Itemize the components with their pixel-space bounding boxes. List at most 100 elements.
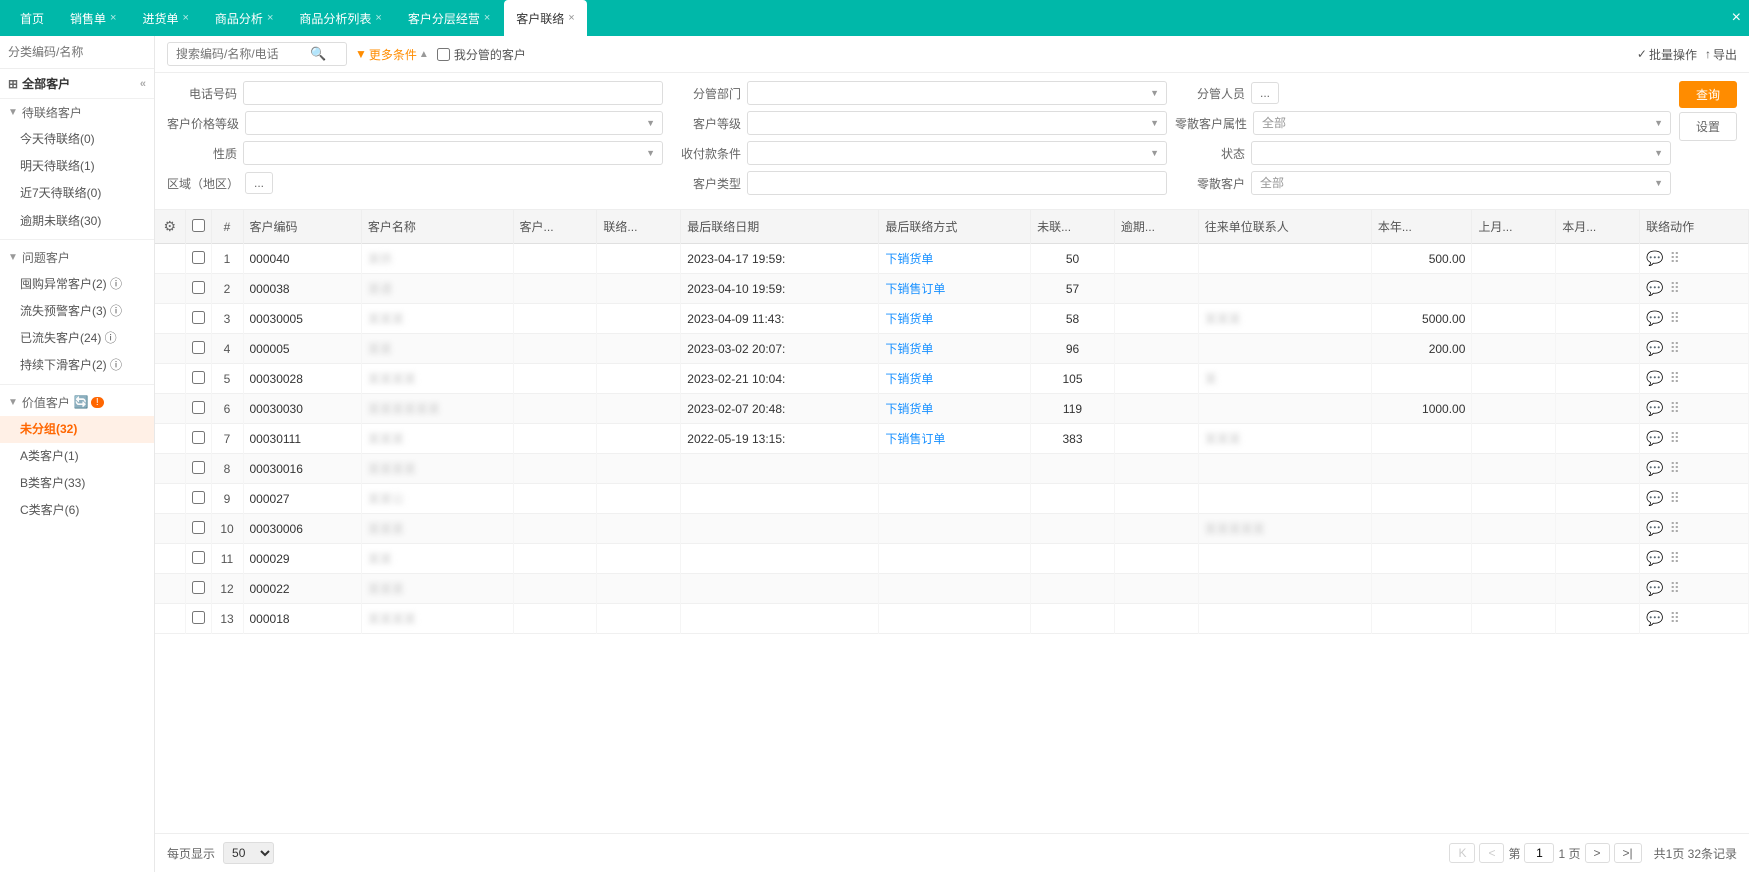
- th-last-month[interactable]: 上月...: [1472, 210, 1556, 244]
- message-icon-12[interactable]: 💬: [1646, 610, 1663, 627]
- grid-action-icon-12[interactable]: ⠿: [1670, 610, 1680, 627]
- sidebar-item-declining[interactable]: 持续下滑客户(2) ⓘ: [0, 352, 154, 379]
- td-check-2[interactable]: [185, 304, 211, 334]
- select-all-checkbox[interactable]: [192, 219, 205, 232]
- refresh-icon[interactable]: 🔄: [74, 395, 89, 409]
- sidebar-item-churn-warning[interactable]: 流失预警客户(3) ⓘ: [0, 298, 154, 325]
- customer-type-input[interactable]: [747, 171, 1167, 195]
- customer-level-select[interactable]: [747, 111, 1167, 135]
- tab-home[interactable]: 首页: [8, 0, 56, 36]
- td-last-method-0[interactable]: 下销货单: [879, 244, 1031, 274]
- my-customers-checkbox-label[interactable]: 我分管的客户: [437, 46, 526, 63]
- sidebar-item-b-class[interactable]: B类客户(33): [0, 470, 154, 497]
- td-check-1[interactable]: [185, 274, 211, 304]
- tab-sales[interactable]: 销售单 ×: [58, 0, 128, 36]
- tab-product-analysis-close[interactable]: ×: [267, 12, 273, 24]
- export-btn[interactable]: ↑ 导出: [1705, 46, 1737, 63]
- td-last-method-6[interactable]: 下销售订单: [879, 424, 1031, 454]
- td-last-method-9[interactable]: [879, 514, 1031, 544]
- sidebar-item-tomorrow[interactable]: 明天待联络(1): [0, 153, 154, 180]
- grid-action-icon-1[interactable]: ⠿: [1670, 280, 1680, 297]
- price-level-select[interactable]: [245, 111, 663, 135]
- message-icon-5[interactable]: 💬: [1646, 400, 1663, 417]
- reset-button[interactable]: 设置: [1679, 112, 1737, 141]
- phone-input[interactable]: [243, 81, 663, 105]
- message-icon-2[interactable]: 💬: [1646, 310, 1663, 327]
- status-select[interactable]: [1251, 141, 1671, 165]
- message-icon-3[interactable]: 💬: [1646, 340, 1663, 357]
- th-unit-contact[interactable]: 往来单位联系人: [1198, 210, 1371, 244]
- td-last-method-2[interactable]: 下销货单: [879, 304, 1031, 334]
- sidebar-item-today[interactable]: 今天待联络(0): [0, 126, 154, 153]
- td-last-method-12[interactable]: [879, 604, 1031, 634]
- th-overdue[interactable]: 逾期...: [1114, 210, 1198, 244]
- th-this-month[interactable]: 本月...: [1556, 210, 1640, 244]
- message-icon-8[interactable]: 💬: [1646, 490, 1663, 507]
- tab-customer-segment-close[interactable]: ×: [484, 12, 490, 24]
- grid-action-icon-5[interactable]: ⠿: [1670, 400, 1680, 417]
- query-button[interactable]: 查询: [1679, 81, 1737, 108]
- grid-action-icon-7[interactable]: ⠿: [1670, 460, 1680, 477]
- message-icon-10[interactable]: 💬: [1646, 550, 1663, 567]
- next-page-btn[interactable]: >: [1585, 843, 1610, 863]
- tab-customer-contact-close[interactable]: ×: [568, 12, 574, 24]
- region-dotdot-btn[interactable]: ...: [245, 172, 273, 194]
- nature-select[interactable]: [243, 141, 663, 165]
- tab-product-analysis-list-close[interactable]: ×: [375, 12, 381, 24]
- sidebar-all-customers[interactable]: ⊞ 全部客户 «: [0, 69, 154, 99]
- retail-attr-select[interactable]: 全部: [1253, 111, 1671, 135]
- message-icon-0[interactable]: 💬: [1646, 250, 1663, 267]
- td-last-method-5[interactable]: 下销货单: [879, 394, 1031, 424]
- sidebar-item-hoarding[interactable]: 囤购异常客户(2) ⓘ: [0, 271, 154, 298]
- td-check-12[interactable]: [185, 604, 211, 634]
- tab-purchase-close[interactable]: ×: [182, 12, 188, 24]
- payment-select[interactable]: [747, 141, 1167, 165]
- message-icon-9[interactable]: 💬: [1646, 520, 1663, 537]
- grid-action-icon-4[interactable]: ⠿: [1670, 370, 1680, 387]
- message-icon-6[interactable]: 💬: [1646, 430, 1663, 447]
- th-this-year[interactable]: 本年...: [1371, 210, 1472, 244]
- row-checkbox-4[interactable]: [192, 371, 205, 384]
- td-last-method-1[interactable]: 下销售订单: [879, 274, 1031, 304]
- td-last-method-7[interactable]: [879, 454, 1031, 484]
- tab-customer-segment[interactable]: 客户分层经营 ×: [396, 0, 502, 36]
- grid-action-icon-9[interactable]: ⠿: [1670, 520, 1680, 537]
- message-icon-4[interactable]: 💬: [1646, 370, 1663, 387]
- retail-customer-select[interactable]: 全部: [1251, 171, 1671, 195]
- batch-op-btn[interactable]: ✓ 批量操作: [1637, 46, 1697, 63]
- row-checkbox-1[interactable]: [192, 281, 205, 294]
- first-page-btn[interactable]: K: [1449, 843, 1475, 863]
- settings-icon[interactable]: ⚙: [163, 218, 176, 234]
- td-check-7[interactable]: [185, 454, 211, 484]
- sidebar-collapse-icon[interactable]: «: [140, 78, 146, 90]
- grid-action-icon-10[interactable]: ⠿: [1670, 550, 1680, 567]
- td-last-method-8[interactable]: [879, 484, 1031, 514]
- th-type[interactable]: 客户...: [513, 210, 597, 244]
- sidebar-item-overdue[interactable]: 逾期未联络(30): [0, 208, 154, 235]
- sidebar-item-c-class[interactable]: C类客户(6): [0, 497, 154, 524]
- message-icon-11[interactable]: 💬: [1646, 580, 1663, 597]
- row-checkbox-3[interactable]: [192, 341, 205, 354]
- tab-product-analysis[interactable]: 商品分析 ×: [203, 0, 285, 36]
- td-last-method-10[interactable]: [879, 544, 1031, 574]
- td-check-3[interactable]: [185, 334, 211, 364]
- sidebar-group-pending[interactable]: ▼ 待联络客户: [0, 99, 154, 126]
- td-check-9[interactable]: [185, 514, 211, 544]
- th-contact[interactable]: 联络...: [597, 210, 681, 244]
- page-number-input[interactable]: [1524, 843, 1554, 863]
- grid-action-icon-6[interactable]: ⠿: [1670, 430, 1680, 447]
- sidebar-item-churned[interactable]: 已流失客户(24) ⓘ: [0, 325, 154, 352]
- tab-purchase[interactable]: 进货单 ×: [130, 0, 200, 36]
- td-check-6[interactable]: [185, 424, 211, 454]
- td-last-method-3[interactable]: 下销货单: [879, 334, 1031, 364]
- td-last-method-11[interactable]: [879, 574, 1031, 604]
- sidebar-search-input[interactable]: [8, 45, 155, 59]
- sidebar-group-problem[interactable]: ▼ 问题客户: [0, 244, 154, 271]
- row-checkbox-6[interactable]: [192, 431, 205, 444]
- sidebar-group-value[interactable]: ▼ 价值客户 🔄 !: [0, 389, 154, 416]
- grid-action-icon-3[interactable]: ⠿: [1670, 340, 1680, 357]
- td-check-10[interactable]: [185, 544, 211, 574]
- manager-dotdot-btn[interactable]: ...: [1251, 82, 1279, 104]
- row-checkbox-8[interactable]: [192, 491, 205, 504]
- grid-action-icon-8[interactable]: ⠿: [1670, 490, 1680, 507]
